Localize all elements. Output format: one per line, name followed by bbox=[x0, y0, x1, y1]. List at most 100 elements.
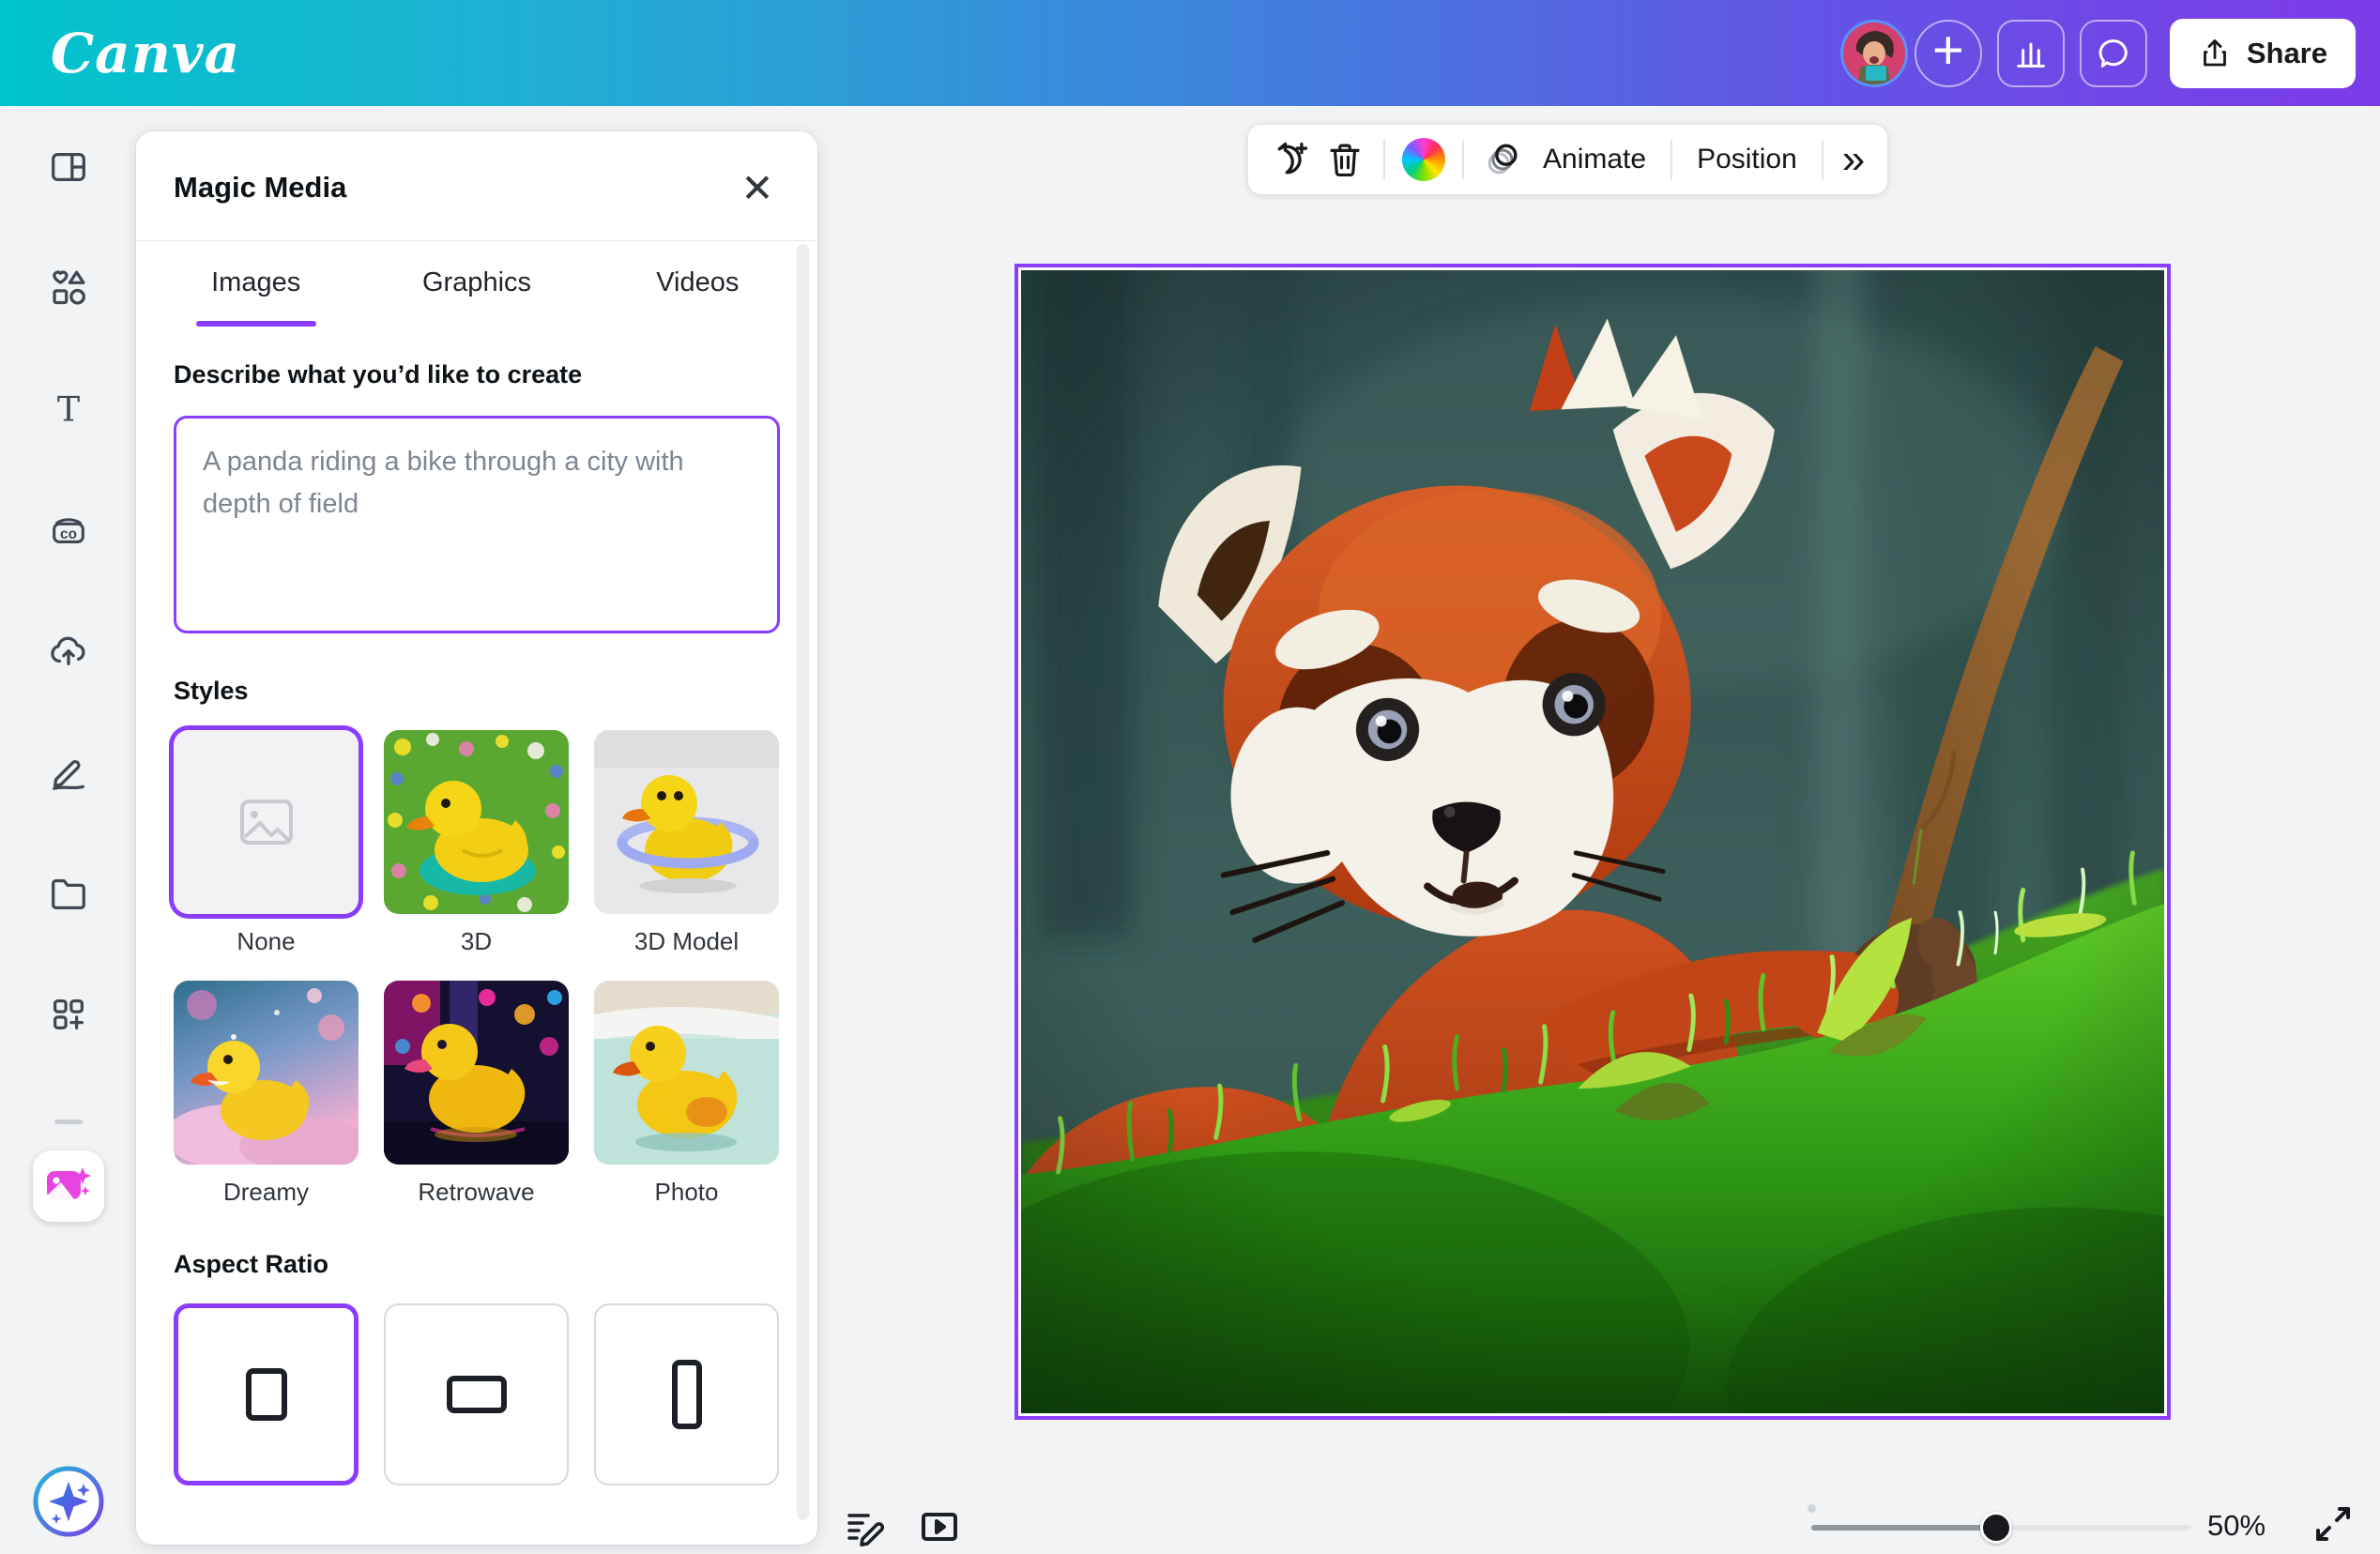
style-thumb-retrowave bbox=[384, 981, 569, 1165]
brand-icon: co bbox=[47, 509, 90, 552]
canva-logo[interactable]: Canva bbox=[51, 22, 240, 85]
plus-icon: + bbox=[1932, 23, 1964, 78]
zoom-slider[interactable] bbox=[1811, 1525, 2191, 1531]
aspect-option-square[interactable] bbox=[174, 1303, 359, 1485]
style-label: Retrowave bbox=[384, 1178, 569, 1207]
sidebar-item-projects[interactable] bbox=[35, 872, 102, 915]
zoom-slider-fill bbox=[1811, 1525, 1997, 1531]
style-label: 3D Model bbox=[594, 927, 779, 956]
more-tools-button[interactable]: » bbox=[1835, 139, 1872, 180]
text-icon: T bbox=[47, 388, 90, 431]
sidebar-item-apps[interactable] bbox=[35, 993, 102, 1036]
style-label: Photo bbox=[594, 1178, 779, 1207]
notes-button[interactable] bbox=[837, 1500, 892, 1554]
design-icon bbox=[47, 145, 90, 189]
sidebar-item-text[interactable]: T bbox=[35, 388, 102, 431]
zoom-slider-thumb[interactable] bbox=[1980, 1512, 2012, 1544]
context-toolbar: Animate Position » bbox=[1248, 125, 1887, 194]
style-option-3d-model[interactable]: 3D Model bbox=[594, 730, 779, 956]
style-option-dreamy[interactable]: Dreamy bbox=[174, 981, 359, 1207]
zoom-level-value[interactable]: 50% bbox=[2207, 1509, 2266, 1543]
prompt-input[interactable] bbox=[174, 416, 780, 633]
add-comment-button[interactable] bbox=[1263, 132, 1318, 187]
style-label: None bbox=[174, 927, 359, 956]
chat-bubble-icon bbox=[2095, 35, 2132, 72]
avatar-image bbox=[1843, 23, 1905, 84]
panel-body: Describe what you’d like to create Style… bbox=[136, 327, 817, 1485]
sidebar-item-elements[interactable] bbox=[35, 267, 102, 310]
canvas-page-selected-image[interactable] bbox=[1015, 264, 2171, 1420]
style-option-retrowave[interactable]: Retrowave bbox=[384, 981, 569, 1207]
sidebar-item-draw[interactable] bbox=[35, 751, 102, 794]
sidebar-item-brand[interactable]: co bbox=[35, 509, 102, 552]
style-option-none[interactable]: None bbox=[174, 730, 359, 956]
panel-scrollbar[interactable] bbox=[797, 244, 809, 1520]
panel-tabs: Images Graphics Videos bbox=[136, 241, 817, 327]
expand-arrows-icon bbox=[2311, 1501, 2356, 1546]
color-picker-button[interactable] bbox=[1396, 132, 1451, 187]
add-member-button[interactable]: + bbox=[1915, 20, 1982, 87]
svg-text:T: T bbox=[56, 388, 79, 429]
style-retrowave-duck-image bbox=[384, 981, 569, 1165]
zoom-slider-marker bbox=[1808, 1504, 1816, 1513]
toolbar-divider bbox=[1671, 140, 1672, 179]
toolbar-divider bbox=[1462, 140, 1464, 179]
insights-button[interactable] bbox=[1997, 20, 2065, 87]
avatar[interactable] bbox=[1843, 23, 1905, 84]
style-option-photo[interactable]: Photo bbox=[594, 981, 779, 1207]
styles-heading: Styles bbox=[174, 677, 782, 706]
aspect-option-landscape[interactable] bbox=[384, 1303, 569, 1485]
play-presentation-icon bbox=[917, 1504, 962, 1549]
magic-media-app-icon bbox=[44, 1162, 93, 1211]
style-label: 3D bbox=[384, 927, 569, 956]
style-3d-duck-image bbox=[384, 730, 569, 914]
styles-row-2: Dreamy bbox=[174, 981, 782, 1207]
uploads-cloud-icon bbox=[47, 630, 90, 673]
svg-text:co: co bbox=[60, 526, 77, 542]
no-style-image-icon bbox=[174, 730, 359, 914]
prompt-label: Describe what you’d like to create bbox=[174, 360, 782, 389]
sidebar-item-magic-media[interactable] bbox=[33, 1150, 104, 1222]
aspect-ratio-row bbox=[174, 1303, 782, 1485]
close-icon[interactable]: ✕ bbox=[731, 161, 784, 214]
aspect-option-portrait[interactable] bbox=[594, 1303, 779, 1485]
notes-pencil-icon bbox=[842, 1504, 887, 1549]
bar-chart-icon bbox=[2012, 35, 2050, 72]
comment-plus-icon bbox=[1270, 139, 1311, 180]
ai-assistant-button[interactable] bbox=[32, 1465, 105, 1538]
style-option-3d[interactable]: 3D bbox=[384, 730, 569, 956]
sidebar-item-design[interactable] bbox=[35, 145, 102, 189]
fullscreen-button[interactable] bbox=[2311, 1501, 2356, 1551]
style-3d-model-duck-image bbox=[594, 730, 779, 914]
tab-graphics[interactable]: Graphics bbox=[366, 241, 587, 327]
trash-icon bbox=[1325, 140, 1365, 179]
panel-header: Magic Media ✕ bbox=[136, 131, 817, 240]
share-upload-icon bbox=[2198, 37, 2232, 70]
delete-button[interactable] bbox=[1318, 132, 1372, 187]
position-button[interactable]: Position bbox=[1684, 144, 1810, 175]
magic-media-panel: Magic Media ✕ Images Graphics Videos Des… bbox=[136, 131, 817, 1545]
share-button[interactable]: Share bbox=[2170, 19, 2356, 88]
tab-images[interactable]: Images bbox=[145, 241, 366, 327]
style-thumb-dreamy bbox=[174, 981, 359, 1165]
panel-title: Magic Media bbox=[174, 171, 346, 205]
present-button[interactable] bbox=[912, 1500, 967, 1554]
comments-button[interactable] bbox=[2080, 20, 2147, 87]
style-thumb-3d bbox=[384, 730, 569, 914]
styles-row-1: None bbox=[174, 730, 782, 956]
tab-videos[interactable]: Videos bbox=[587, 241, 808, 327]
toolbar-divider bbox=[1383, 140, 1385, 179]
animate-button[interactable]: Animate bbox=[1530, 144, 1659, 175]
style-thumb-photo bbox=[594, 981, 779, 1165]
sidebar-item-uploads[interactable] bbox=[35, 630, 102, 673]
style-thumb-none bbox=[174, 730, 359, 914]
projects-folder-icon bbox=[47, 872, 90, 915]
square-ratio-icon bbox=[246, 1368, 287, 1421]
animate-button-icon-area[interactable] bbox=[1475, 132, 1530, 187]
share-label: Share bbox=[2247, 37, 2327, 70]
landscape-ratio-icon bbox=[447, 1376, 507, 1413]
toolbar-divider bbox=[1822, 140, 1823, 179]
draw-pen-icon bbox=[47, 751, 90, 794]
style-photo-duck-image bbox=[594, 981, 779, 1165]
style-label: Dreamy bbox=[174, 1178, 359, 1207]
